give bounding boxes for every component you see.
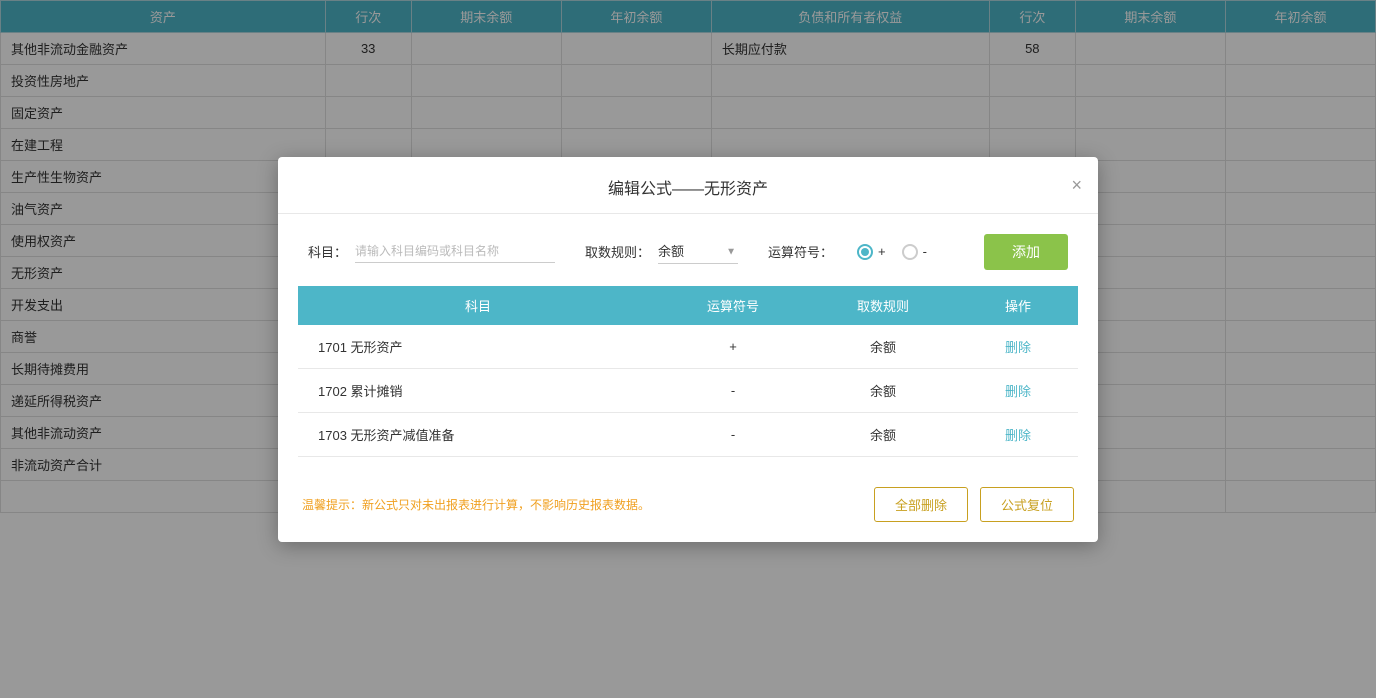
modal-close-button[interactable]: ×: [1071, 176, 1082, 194]
row-2-rule: 余额: [808, 368, 958, 412]
operator-minus-label: -: [923, 244, 927, 259]
modal-title: 编辑公式——无形资产: [608, 175, 768, 199]
table-row: 1701 无形资产 + 余额 删除: [298, 325, 1078, 369]
modal-dialog: 编辑公式——无形资产 × 科目： 取数规则： 余额 借方 贷方 借方发生额 贷方…: [278, 157, 1098, 542]
th-rule: 取数规则: [808, 286, 958, 325]
th-action: 操作: [958, 286, 1078, 325]
th-operator: 运算符号: [658, 286, 808, 325]
radio-plus-circle: [857, 244, 873, 260]
operator-plus-label: +: [878, 244, 886, 259]
operator-plus-radio[interactable]: +: [857, 244, 886, 260]
form-row: 科目： 取数规则： 余额 借方 贷方 借方发生额 贷方发生额 ▼ 运算符号： +: [278, 214, 1098, 286]
subject-label: 科目：: [308, 242, 347, 261]
footer-buttons: 全部删除 公式复位: [874, 487, 1074, 522]
modal-table-wrapper: 科目 运算符号 取数规则 操作 1701 无形资产 + 余额 删除: [278, 286, 1098, 457]
modal-footer: 温馨提示：新公式只对未出报表进行计算，不影响历史报表数据。 全部删除 公式复位: [278, 473, 1098, 542]
subject-input[interactable]: [355, 240, 555, 263]
row-3-operator: -: [658, 412, 808, 456]
operator-label: 运算符号：: [768, 242, 833, 261]
row-1-operator: +: [658, 325, 808, 369]
row-1-subject: 1701 无形资产: [298, 325, 658, 369]
row-2-subject: 1702 累计摊销: [298, 368, 658, 412]
table-header-row: 科目 运算符号 取数规则 操作: [298, 286, 1078, 325]
modal-table: 科目 运算符号 取数规则 操作 1701 无形资产 + 余额 删除: [298, 286, 1078, 457]
footer-tip: 温馨提示：新公式只对未出报表进行计算，不影响历史报表数据。: [302, 496, 650, 513]
modal-header: 编辑公式——无形资产 ×: [278, 157, 1098, 214]
operator-group: 运算符号： + -: [768, 242, 927, 261]
row-1-rule: 余额: [808, 325, 958, 369]
reset-formula-button[interactable]: 公式复位: [980, 487, 1074, 522]
row-3-rule: 余额: [808, 412, 958, 456]
row-1-delete-link[interactable]: 删除: [1005, 340, 1031, 355]
row-1-action: 删除: [958, 325, 1078, 369]
row-3-subject: 1703 无形资产减值准备: [298, 412, 658, 456]
rule-select-wrapper: 余额 借方 贷方 借方发生额 贷方发生额 ▼: [658, 240, 738, 264]
radio-minus-circle: [902, 244, 918, 260]
row-2-action: 删除: [958, 368, 1078, 412]
row-3-delete-link[interactable]: 删除: [1005, 428, 1031, 443]
th-subject: 科目: [298, 286, 658, 325]
row-2-operator: -: [658, 368, 808, 412]
row-2-delete-link[interactable]: 删除: [1005, 384, 1031, 399]
operator-minus-radio[interactable]: -: [902, 244, 927, 260]
rule-select[interactable]: 余额 借方 贷方 借方发生额 贷方发生额: [658, 240, 738, 264]
add-button[interactable]: 添加: [984, 234, 1068, 270]
table-row: 1703 无形资产减值准备 - 余额 删除: [298, 412, 1078, 456]
table-row: 1702 累计摊销 - 余额 删除: [298, 368, 1078, 412]
modal-overlay: 编辑公式——无形资产 × 科目： 取数规则： 余额 借方 贷方 借方发生额 贷方…: [0, 0, 1376, 698]
rule-label: 取数规则：: [585, 242, 650, 261]
row-3-action: 删除: [958, 412, 1078, 456]
delete-all-button[interactable]: 全部删除: [874, 487, 968, 522]
